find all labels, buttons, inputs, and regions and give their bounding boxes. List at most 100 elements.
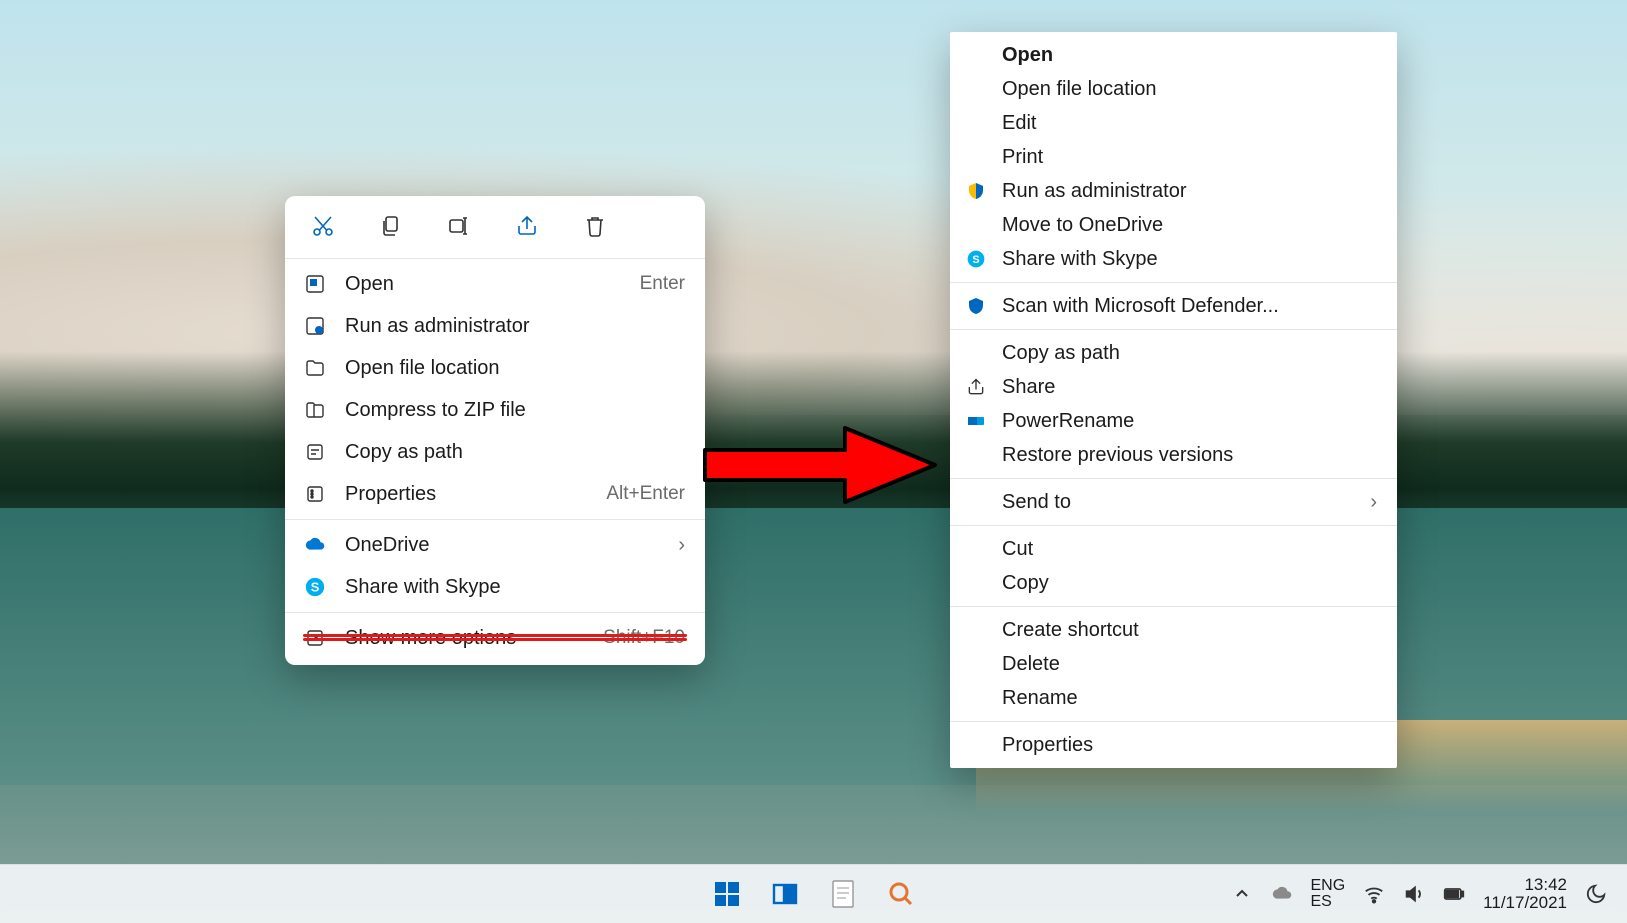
copy-path-icon	[303, 440, 327, 464]
separator	[285, 519, 705, 520]
language-secondary: ES	[1311, 894, 1346, 910]
clock-time: 13:42	[1524, 876, 1567, 894]
menu-item-send-to[interactable]: Send to ›	[950, 485, 1397, 519]
menu-item-print[interactable]: Print	[950, 140, 1397, 174]
red-strike-annotation	[303, 638, 687, 641]
volume-icon[interactable]	[1403, 883, 1425, 905]
copy-icon[interactable]	[377, 212, 405, 240]
separator	[950, 721, 1397, 722]
menu-item-label: Cut	[1002, 538, 1033, 560]
chevron-right-icon: ›	[678, 534, 685, 556]
menu-item-label: Share	[1002, 376, 1055, 398]
menu-item-copy-as-path[interactable]: Copy as path	[950, 336, 1397, 370]
separator	[285, 612, 705, 613]
menu-item-label: Properties	[345, 483, 436, 505]
zip-icon	[303, 398, 327, 422]
clock[interactable]: 13:42 11/17/2021	[1483, 876, 1567, 912]
red-arrow-annotation	[695, 420, 945, 510]
menu-item-delete[interactable]: Delete	[950, 647, 1397, 681]
menu-item-label: Move to OneDrive	[1002, 214, 1163, 236]
menu-item-properties[interactable]: Properties	[950, 728, 1397, 762]
separator	[950, 329, 1397, 330]
wifi-icon[interactable]	[1363, 883, 1385, 905]
menu-item-properties[interactable]: Properties Alt+Enter	[285, 473, 705, 515]
menu-item-share-skype[interactable]: S Share with Skype	[950, 242, 1397, 276]
battery-icon[interactable]	[1443, 883, 1465, 905]
powerrename-icon	[964, 409, 988, 433]
chevron-right-icon: ›	[1370, 491, 1377, 513]
menu-item-label: Open	[1002, 44, 1053, 66]
tray-overflow-icon[interactable]	[1231, 883, 1253, 905]
menu-item-rename[interactable]: Rename	[950, 681, 1397, 715]
cut-icon[interactable]	[309, 212, 337, 240]
menu-item-label: Share with Skype	[345, 576, 501, 598]
context-menu-modern: Open Enter Run as administrator Open fil…	[285, 196, 705, 665]
menu-item-label: Create shortcut	[1002, 619, 1139, 641]
menu-item-label: Print	[1002, 146, 1043, 168]
menu-item-show-more-options[interactable]: Show more options Shift+F10	[285, 617, 705, 659]
menu-item-label: Copy	[1002, 572, 1049, 594]
menu-item-open[interactable]: Open	[950, 38, 1397, 72]
menu-item-label: Compress to ZIP file	[345, 399, 526, 421]
menu-item-label: Run as administrator	[1002, 180, 1187, 202]
shield-admin-icon	[303, 314, 327, 338]
menu-item-label: Run as administrator	[345, 315, 530, 337]
menu-item-shortcut: Enter	[640, 274, 685, 295]
share-icon	[964, 375, 988, 399]
menu-item-cut[interactable]: Cut	[950, 532, 1397, 566]
menu-item-copy-as-path[interactable]: Copy as path	[285, 431, 705, 473]
start-button[interactable]	[712, 879, 742, 909]
menu-item-label: Edit	[1002, 112, 1036, 134]
separator	[285, 258, 705, 259]
language-primary: ENG	[1311, 878, 1346, 894]
search-button[interactable]	[886, 879, 916, 909]
menu-item-edit[interactable]: Edit	[950, 106, 1397, 140]
menu-item-create-shortcut[interactable]: Create shortcut	[950, 613, 1397, 647]
folder-icon	[303, 356, 327, 380]
menu-item-label: Copy as path	[345, 441, 463, 463]
separator	[950, 478, 1397, 479]
focus-icon[interactable]	[1585, 883, 1607, 905]
notepad-button[interactable]	[828, 879, 858, 909]
menu-item-open-location[interactable]: Open file location	[950, 72, 1397, 106]
menu-item-label: PowerRename	[1002, 410, 1134, 432]
task-view-button[interactable]	[770, 879, 800, 909]
rename-icon[interactable]	[445, 212, 473, 240]
menu-item-compress-zip[interactable]: Compress to ZIP file	[285, 389, 705, 431]
menu-item-label: Copy as path	[1002, 342, 1120, 364]
share-icon[interactable]	[513, 212, 541, 240]
menu-item-label: Rename	[1002, 687, 1078, 709]
skype-icon: S	[303, 575, 327, 599]
menu-item-powerrename[interactable]: PowerRename	[950, 404, 1397, 438]
menu-item-label: Properties	[1002, 734, 1093, 756]
menu-item-label: Open file location	[1002, 78, 1157, 100]
menu-item-label: Delete	[1002, 653, 1060, 675]
menu-item-move-onedrive[interactable]: Move to OneDrive	[950, 208, 1397, 242]
svg-text:S: S	[311, 580, 320, 595]
menu-item-onedrive[interactable]: OneDrive ›	[285, 524, 705, 566]
menu-item-copy[interactable]: Copy	[950, 566, 1397, 600]
context-menu-legacy: Open Open file location Edit Print Run a…	[950, 32, 1397, 768]
menu-item-restore-versions[interactable]: Restore previous versions	[950, 438, 1397, 472]
clock-date: 11/17/2021	[1483, 894, 1567, 912]
menu-item-open-location[interactable]: Open file location	[285, 347, 705, 389]
svg-text:S: S	[972, 254, 979, 266]
context-toolbar	[285, 202, 705, 254]
delete-icon[interactable]	[581, 212, 609, 240]
separator	[950, 282, 1397, 283]
menu-item-share-skype[interactable]: S Share with Skype	[285, 566, 705, 608]
menu-item-run-as-admin[interactable]: Run as administrator	[950, 174, 1397, 208]
onedrive-icon	[303, 533, 327, 557]
defender-icon	[964, 294, 988, 318]
language-indicator[interactable]: ENG ES	[1311, 878, 1346, 910]
menu-item-share[interactable]: Share	[950, 370, 1397, 404]
menu-item-run-as-admin[interactable]: Run as administrator	[285, 305, 705, 347]
menu-item-open[interactable]: Open Enter	[285, 263, 705, 305]
separator	[950, 606, 1397, 607]
skype-icon: S	[964, 247, 988, 271]
menu-item-label: Restore previous versions	[1002, 444, 1233, 466]
menu-item-label: Open file location	[345, 357, 500, 379]
menu-item-scan-defender[interactable]: Scan with Microsoft Defender...	[950, 289, 1397, 323]
onedrive-tray-icon[interactable]	[1271, 883, 1293, 905]
taskbar: ENG ES 13:42 11/17/2021	[0, 864, 1627, 923]
